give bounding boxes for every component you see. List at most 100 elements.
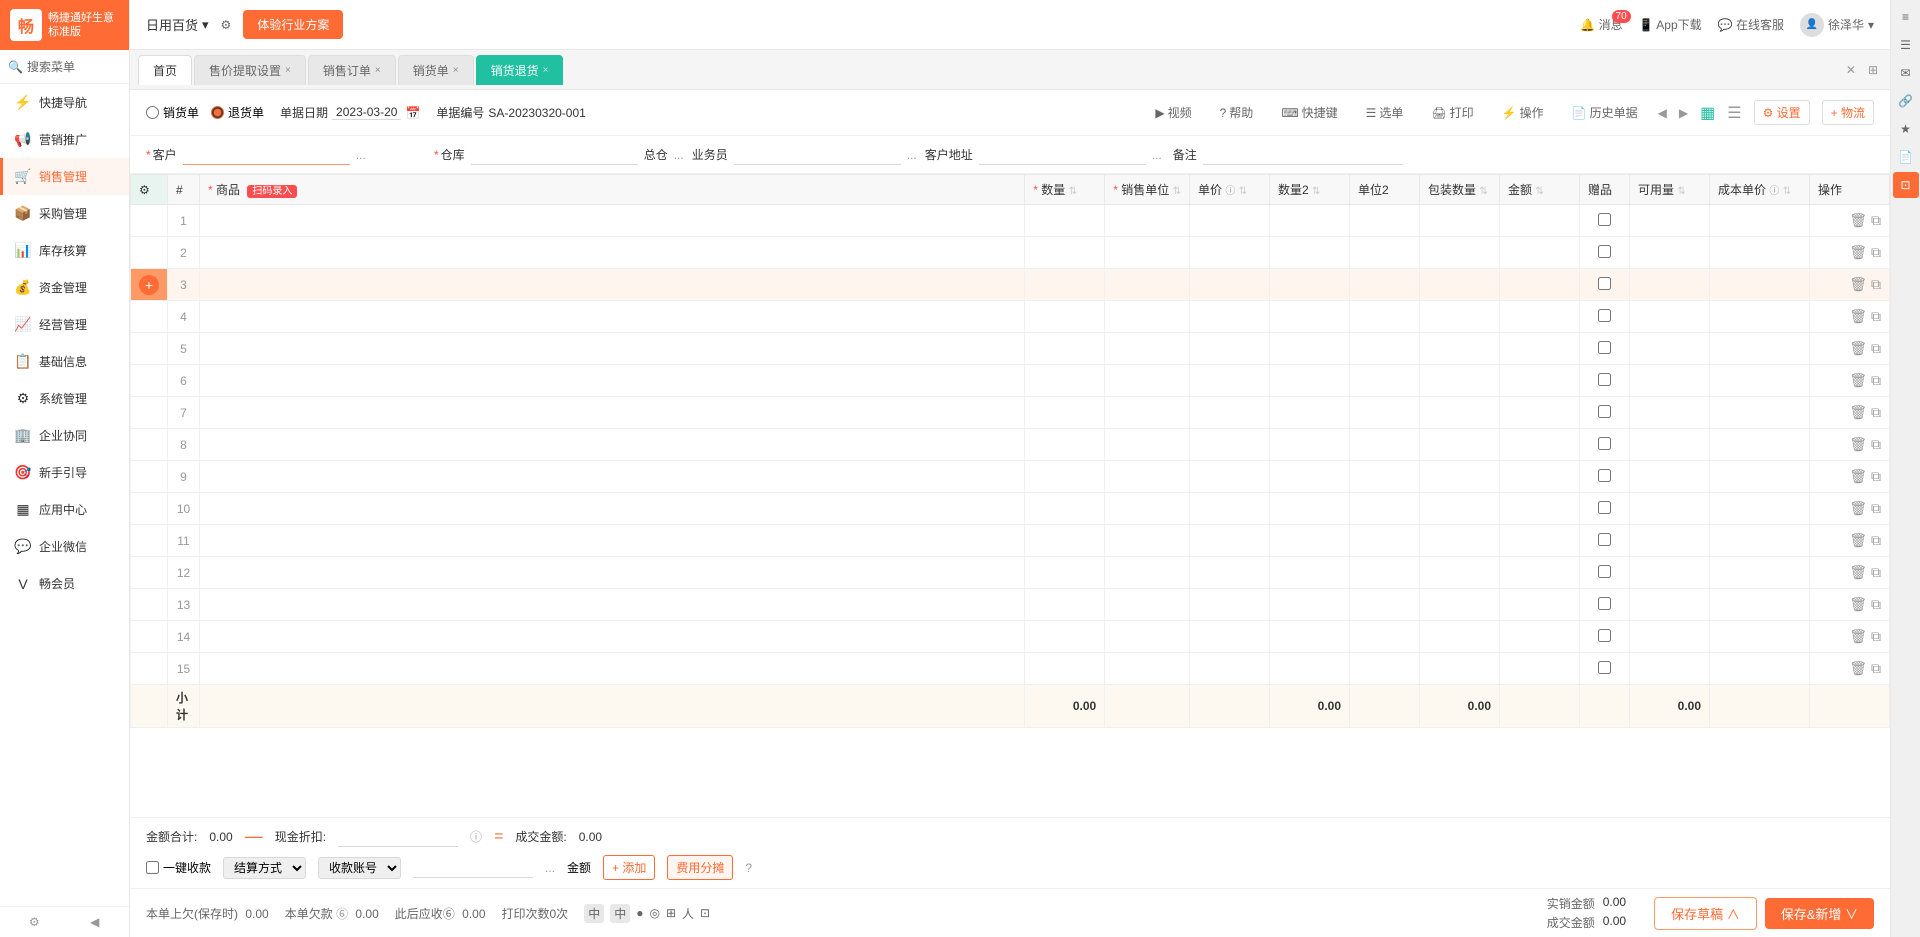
setting-button[interactable]: ⚙ 设置 (1754, 100, 1810, 125)
copy-row-btn[interactable]: ⧉ (1871, 340, 1881, 357)
tab-sale-order[interactable]: 销售订单 × (308, 55, 396, 85)
gift-checkbox[interactable] (1598, 341, 1611, 354)
delete-row-btn[interactable]: 🗑 (1849, 564, 1867, 581)
amount-cell[interactable] (1500, 205, 1580, 237)
amount-cell[interactable] (1500, 301, 1580, 333)
cost-price-cell[interactable] (1710, 397, 1810, 429)
right-panel-btn-3[interactable]: ✉ (1893, 60, 1919, 86)
sidebar-item-shortcut[interactable]: ⚡ 快捷导航 (0, 84, 129, 121)
account-select[interactable]: 收款账号 (318, 857, 401, 879)
product-cell[interactable] (200, 557, 1025, 589)
sidebar-settings-btn[interactable]: ⚙ (8, 915, 61, 929)
gift-cell[interactable] (1580, 269, 1630, 301)
copy-row-btn[interactable]: ⧉ (1871, 596, 1881, 613)
amount-cell[interactable] (1500, 461, 1580, 493)
price-cell[interactable] (1190, 589, 1270, 621)
pack-qty-cell[interactable] (1420, 237, 1500, 269)
available-cell[interactable] (1630, 589, 1710, 621)
gift-cell[interactable] (1580, 589, 1630, 621)
tab-sale-return[interactable]: 销货退货 × (476, 55, 564, 85)
gift-cell[interactable] (1580, 237, 1630, 269)
sale-unit-cell[interactable] (1105, 205, 1190, 237)
sidebar-item-vip[interactable]: V 畅会员 (0, 565, 129, 602)
right-panel-btn-1[interactable]: ≡ (1893, 4, 1919, 30)
qty-cell[interactable] (1025, 301, 1105, 333)
sidebar-item-purchase[interactable]: 📦 采购管理 (0, 195, 129, 232)
save-new-button[interactable]: 保存&新增 ∨ (1765, 898, 1874, 929)
gift-cell[interactable] (1580, 205, 1630, 237)
qty-cell[interactable] (1025, 429, 1105, 461)
gift-cell[interactable] (1580, 333, 1630, 365)
qty2-cell[interactable] (1270, 205, 1350, 237)
sale-unit-cell[interactable] (1105, 429, 1190, 461)
print-btn[interactable]: 🖨 打印 (1423, 101, 1481, 124)
tab-close-sale-price[interactable]: × (285, 65, 291, 76)
qty2-cell[interactable] (1270, 653, 1350, 685)
sale-unit-cell[interactable] (1105, 653, 1190, 685)
gift-cell[interactable] (1580, 461, 1630, 493)
cost-price-cell[interactable] (1710, 525, 1810, 557)
available-cell[interactable] (1630, 205, 1710, 237)
qty2-cell[interactable] (1270, 493, 1350, 525)
gift-cell[interactable] (1580, 525, 1630, 557)
qty-cell[interactable] (1025, 397, 1105, 429)
price-cell[interactable] (1190, 525, 1270, 557)
copy-row-btn[interactable]: ⧉ (1871, 404, 1881, 421)
qty2-cell[interactable] (1270, 589, 1350, 621)
qty2-cell[interactable] (1270, 237, 1350, 269)
qty2-cell[interactable] (1270, 333, 1350, 365)
scan-input-btn[interactable]: 扫码录入 (247, 185, 297, 198)
sale-unit-cell[interactable] (1105, 237, 1190, 269)
online-service-button[interactable]: 💬 在线客服 (1718, 16, 1784, 33)
sidebar-item-inventory[interactable]: 📊 库存核算 (0, 232, 129, 269)
staff-select-btn[interactable]: ... (907, 148, 917, 162)
cost-price-cell[interactable] (1710, 269, 1810, 301)
qty-cell[interactable] (1025, 525, 1105, 557)
cost-price-cell[interactable] (1710, 621, 1810, 653)
price-cell[interactable] (1190, 269, 1270, 301)
unit2-cell[interactable] (1350, 237, 1420, 269)
amount-cell[interactable] (1500, 269, 1580, 301)
cost-price-cell[interactable] (1710, 429, 1810, 461)
pack-qty-cell[interactable] (1420, 525, 1500, 557)
gift-checkbox[interactable] (1598, 661, 1611, 674)
customer-select-btn[interactable]: ... (356, 148, 366, 162)
qty2-cell[interactable] (1270, 365, 1350, 397)
account-select-btn[interactable]: ... (545, 861, 555, 875)
price-cell[interactable] (1190, 333, 1270, 365)
copy-row-btn[interactable]: ⧉ (1871, 436, 1881, 453)
amount-cell[interactable] (1500, 557, 1580, 589)
amount-cell[interactable] (1500, 429, 1580, 461)
experience-button[interactable]: 体验行业方案 (243, 10, 343, 39)
gift-checkbox[interactable] (1598, 405, 1611, 418)
delete-row-btn[interactable]: 🗑 (1849, 532, 1867, 549)
amount-cell[interactable] (1500, 653, 1580, 685)
pack-qty-cell[interactable] (1420, 365, 1500, 397)
gift-cell[interactable] (1580, 397, 1630, 429)
cost-price-cell[interactable] (1710, 237, 1810, 269)
gift-cell[interactable] (1580, 621, 1630, 653)
copy-row-btn[interactable]: ⧉ (1871, 212, 1881, 229)
delete-row-btn[interactable]: 🗑 (1849, 308, 1867, 325)
product-cell[interactable] (200, 589, 1025, 621)
qty2-cell[interactable] (1270, 429, 1350, 461)
amount-cell[interactable] (1500, 397, 1580, 429)
product-cell[interactable] (200, 269, 1025, 301)
unit2-cell[interactable] (1350, 301, 1420, 333)
unit2-cell[interactable] (1350, 525, 1420, 557)
sidebar-item-app-center[interactable]: ▦ 应用中心 (0, 491, 129, 528)
copy-row-btn[interactable]: ⧉ (1871, 308, 1881, 325)
qty2-cell[interactable] (1270, 557, 1350, 589)
save-draft-button[interactable]: 保存草稿 ∧ (1654, 897, 1757, 930)
unit2-cell[interactable] (1350, 205, 1420, 237)
available-cell[interactable] (1630, 237, 1710, 269)
available-cell[interactable] (1630, 557, 1710, 589)
pack-sort-icon[interactable]: ⇅ (1479, 186, 1487, 197)
settlement-select[interactable]: 结算方式 (223, 857, 306, 879)
product-cell[interactable] (200, 365, 1025, 397)
history-btn[interactable]: 📄 历史单据 (1564, 101, 1646, 124)
cost-price-cell[interactable] (1710, 333, 1810, 365)
pack-qty-cell[interactable] (1420, 589, 1500, 621)
copy-row-btn[interactable]: ⧉ (1871, 500, 1881, 517)
pack-qty-cell[interactable] (1420, 397, 1500, 429)
